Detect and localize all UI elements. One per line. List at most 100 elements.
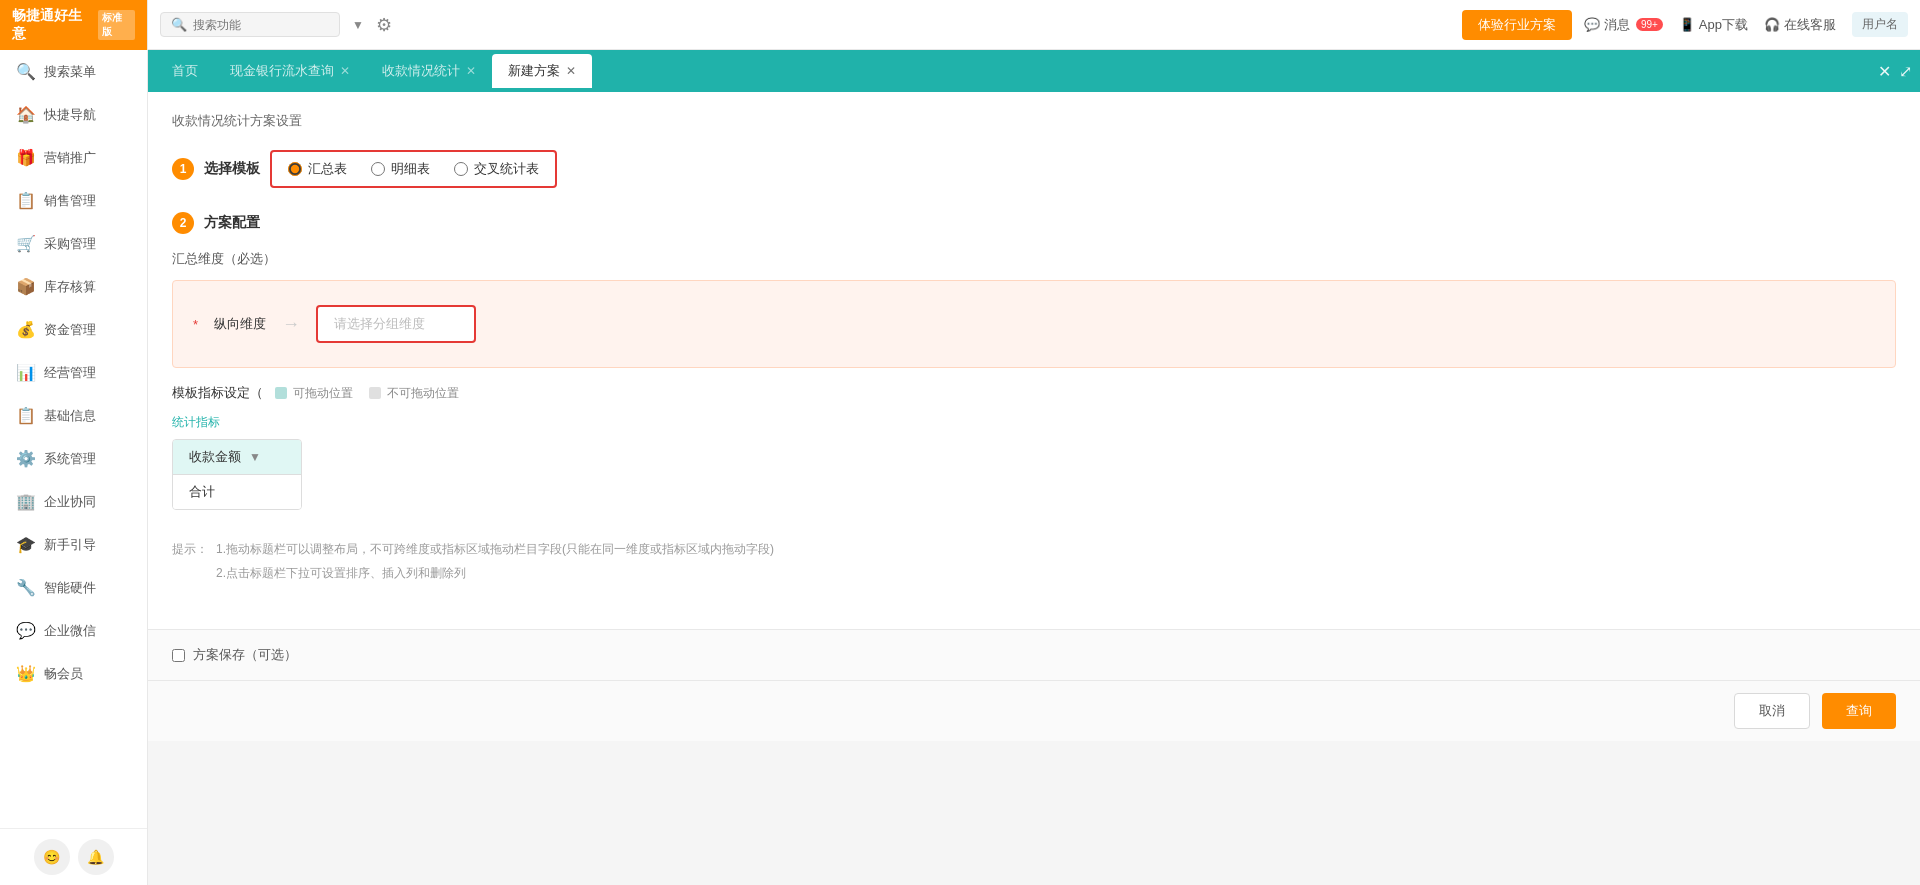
tab-home[interactable]: 首页 — [156, 54, 214, 88]
sidebar-footer-btn1[interactable]: 😊 — [34, 839, 70, 875]
step2-label: 方案配置 — [204, 214, 260, 232]
tab-cashflow-close[interactable]: ✕ — [340, 64, 350, 78]
user-label: 用户名 — [1862, 17, 1898, 31]
fixed-label: 不可拖动位置 — [387, 385, 459, 402]
download-btn[interactable]: 📱 App下载 — [1679, 16, 1748, 34]
industry-btn[interactable]: 体验行业方案 — [1462, 10, 1572, 40]
radio-cross-input[interactable] — [454, 162, 468, 176]
cancel-button[interactable]: 取消 — [1734, 693, 1810, 729]
close-all-icon[interactable]: ✕ — [1878, 62, 1891, 81]
step2-header: 2 方案配置 — [172, 212, 1896, 234]
sidebar-item-purchase[interactable]: 🛒 采购管理 — [0, 222, 147, 265]
template-radio-group: 汇总表 明细表 交叉统计表 — [270, 150, 557, 188]
tip-item-2: 提示： 2.点击标题栏下拉可设置排序、插入列和删除列 — [172, 561, 1896, 585]
dimension-select[interactable]: 请选择分组维度 — [316, 305, 476, 343]
sidebar-item-label: 经营管理 — [44, 364, 96, 382]
operations-icon: 📊 — [16, 363, 36, 382]
version-badge: 标准版 — [98, 10, 135, 40]
expand-icon[interactable]: ⤢ — [1899, 62, 1912, 81]
save-checkbox[interactable] — [172, 649, 185, 662]
main-area: 🔍 ▼ ⚙ 体验行业方案 💬 消息 99+ 📱 App下载 🎧 在线客服 用户名 — [148, 0, 1920, 885]
tab-receipt-stats[interactable]: 收款情况统计 ✕ — [366, 54, 492, 88]
metrics-table-cell: 合计 — [173, 475, 301, 509]
sidebar-item-marketing[interactable]: 🎁 营销推广 — [0, 136, 147, 179]
step2-section: 2 方案配置 汇总维度（必选） * 纵向维度 → 请选择分组维度 — [172, 212, 1896, 585]
sidebar-item-label: 营销推广 — [44, 149, 96, 167]
step1-header: 1 选择模板 汇总表 明细表 交叉统计表 — [172, 150, 1896, 188]
tabbar: 首页 现金银行流水查询 ✕ 收款情况统计 ✕ 新建方案 ✕ ✕ ⤢ — [148, 50, 1920, 92]
metrics-table-header[interactable]: 收款金额 ▼ — [173, 440, 301, 475]
tab-cashflow-label: 现金银行流水查询 — [230, 62, 334, 80]
sidebar-item-label: 企业协同 — [44, 493, 96, 511]
tab-new-plan[interactable]: 新建方案 ✕ — [492, 54, 592, 88]
tab-cashflow[interactable]: 现金银行流水查询 ✕ — [214, 54, 366, 88]
tab-new-plan-close[interactable]: ✕ — [566, 64, 576, 78]
sidebar-item-label: 系统管理 — [44, 450, 96, 468]
tip-text-1: 1.拖动标题栏可以调整布局，不可跨维度或指标区域拖动栏目字段(只能在同一维度或指… — [216, 537, 774, 561]
metric-header-label: 收款金额 — [189, 448, 241, 466]
save-section: 方案保存（可选） — [148, 629, 1920, 680]
topbar-search-box[interactable]: 🔍 — [160, 12, 340, 37]
sidebar-item-basic-info[interactable]: 📋 基础信息 — [0, 394, 147, 437]
notification-badge: 99+ — [1636, 18, 1663, 31]
radio-detail-label: 明细表 — [391, 160, 430, 178]
purchase-icon: 🛒 — [16, 234, 36, 253]
stats-label: 统计指标 — [172, 414, 1896, 431]
system-icon: ⚙️ — [16, 449, 36, 468]
radio-cross-label: 交叉统计表 — [474, 160, 539, 178]
headset-icon: 🎧 — [1764, 17, 1780, 32]
sidebar-item-label: 快捷导航 — [44, 106, 96, 124]
sidebar-item-member[interactable]: 👑 畅会员 — [0, 652, 147, 695]
sidebar-item-quick-nav[interactable]: 🏠 快捷导航 — [0, 93, 147, 136]
sidebar-item-hardware[interactable]: 🔧 智能硬件 — [0, 566, 147, 609]
tab-home-label: 首页 — [172, 62, 198, 80]
step2-badge: 2 — [172, 212, 194, 234]
sidebar-item-label: 资金管理 — [44, 321, 96, 339]
radio-detail[interactable]: 明细表 — [371, 160, 430, 178]
page-content: 收款情况统计方案设置 1 选择模板 汇总表 明细表 — [148, 92, 1920, 629]
sidebar-item-enterprise[interactable]: 🏢 企业协同 — [0, 480, 147, 523]
sidebar-item-operations[interactable]: 📊 经营管理 — [0, 351, 147, 394]
metrics-header: 模板指标设定（ 可拖动位置 不可拖动位置 — [172, 384, 1896, 402]
sidebar: 畅捷通好生意 标准版 🔍 搜索菜单 🏠 快捷导航 🎁 营销推广 📋 销售管理 🛒… — [0, 0, 148, 885]
service-btn[interactable]: 🎧 在线客服 — [1764, 16, 1836, 34]
search-icon: 🔍 — [16, 62, 36, 81]
metric-dropdown-icon[interactable]: ▼ — [249, 450, 261, 464]
sidebar-item-search[interactable]: 🔍 搜索菜单 — [0, 50, 147, 93]
dimension-config: 汇总维度（必选） * 纵向维度 → 请选择分组维度 — [172, 250, 1896, 368]
capital-icon: 💰 — [16, 320, 36, 339]
save-label[interactable]: 方案保存（可选） — [193, 646, 297, 664]
user-area[interactable]: 用户名 — [1852, 12, 1908, 37]
tip-text-2: 2.点击标题栏下拉可设置排序、插入列和删除列 — [216, 561, 466, 585]
sidebar-item-system[interactable]: ⚙️ 系统管理 — [0, 437, 147, 480]
sidebar-item-capital[interactable]: 💰 资金管理 — [0, 308, 147, 351]
metrics-legend: 可拖动位置 不可拖动位置 — [275, 385, 459, 402]
dropdown-arrow-icon[interactable]: ▼ — [352, 18, 364, 32]
query-button[interactable]: 查询 — [1822, 693, 1896, 729]
member-icon: 👑 — [16, 664, 36, 683]
sidebar-item-label: 销售管理 — [44, 192, 96, 210]
sidebar-item-label: 企业微信 — [44, 622, 96, 640]
step1-section: 1 选择模板 汇总表 明细表 交叉统计表 — [172, 150, 1896, 188]
tab-receipt-stats-close[interactable]: ✕ — [466, 64, 476, 78]
tip-item-1: 提示： 1.拖动标题栏可以调整布局，不可跨维度或指标区域拖动栏目字段(只能在同一… — [172, 537, 1896, 561]
sidebar-item-label: 基础信息 — [44, 407, 96, 425]
radio-cross[interactable]: 交叉统计表 — [454, 160, 539, 178]
settings-button[interactable]: ⚙ — [376, 14, 392, 36]
tip-label: 提示： — [172, 537, 208, 561]
radio-detail-input[interactable] — [371, 162, 385, 176]
sidebar-item-inventory[interactable]: 📦 库存核算 — [0, 265, 147, 308]
sales-icon: 📋 — [16, 191, 36, 210]
metrics-section: 模板指标设定（ 可拖动位置 不可拖动位置 统计指标 — [172, 384, 1896, 513]
sidebar-footer-btn2[interactable]: 🔔 — [78, 839, 114, 875]
sidebar-item-wechat[interactable]: 💬 企业微信 — [0, 609, 147, 652]
sidebar-item-sales[interactable]: 📋 销售管理 — [0, 179, 147, 222]
search-icon: 🔍 — [171, 17, 187, 32]
radio-summary[interactable]: 汇总表 — [288, 160, 347, 178]
sidebar-item-label: 采购管理 — [44, 235, 96, 253]
notification-btn[interactable]: 💬 消息 99+ — [1584, 16, 1663, 34]
legend-fixed: 不可拖动位置 — [369, 385, 459, 402]
sidebar-item-newbie[interactable]: 🎓 新手引导 — [0, 523, 147, 566]
radio-summary-input[interactable] — [288, 162, 302, 176]
search-input[interactable] — [193, 18, 313, 32]
